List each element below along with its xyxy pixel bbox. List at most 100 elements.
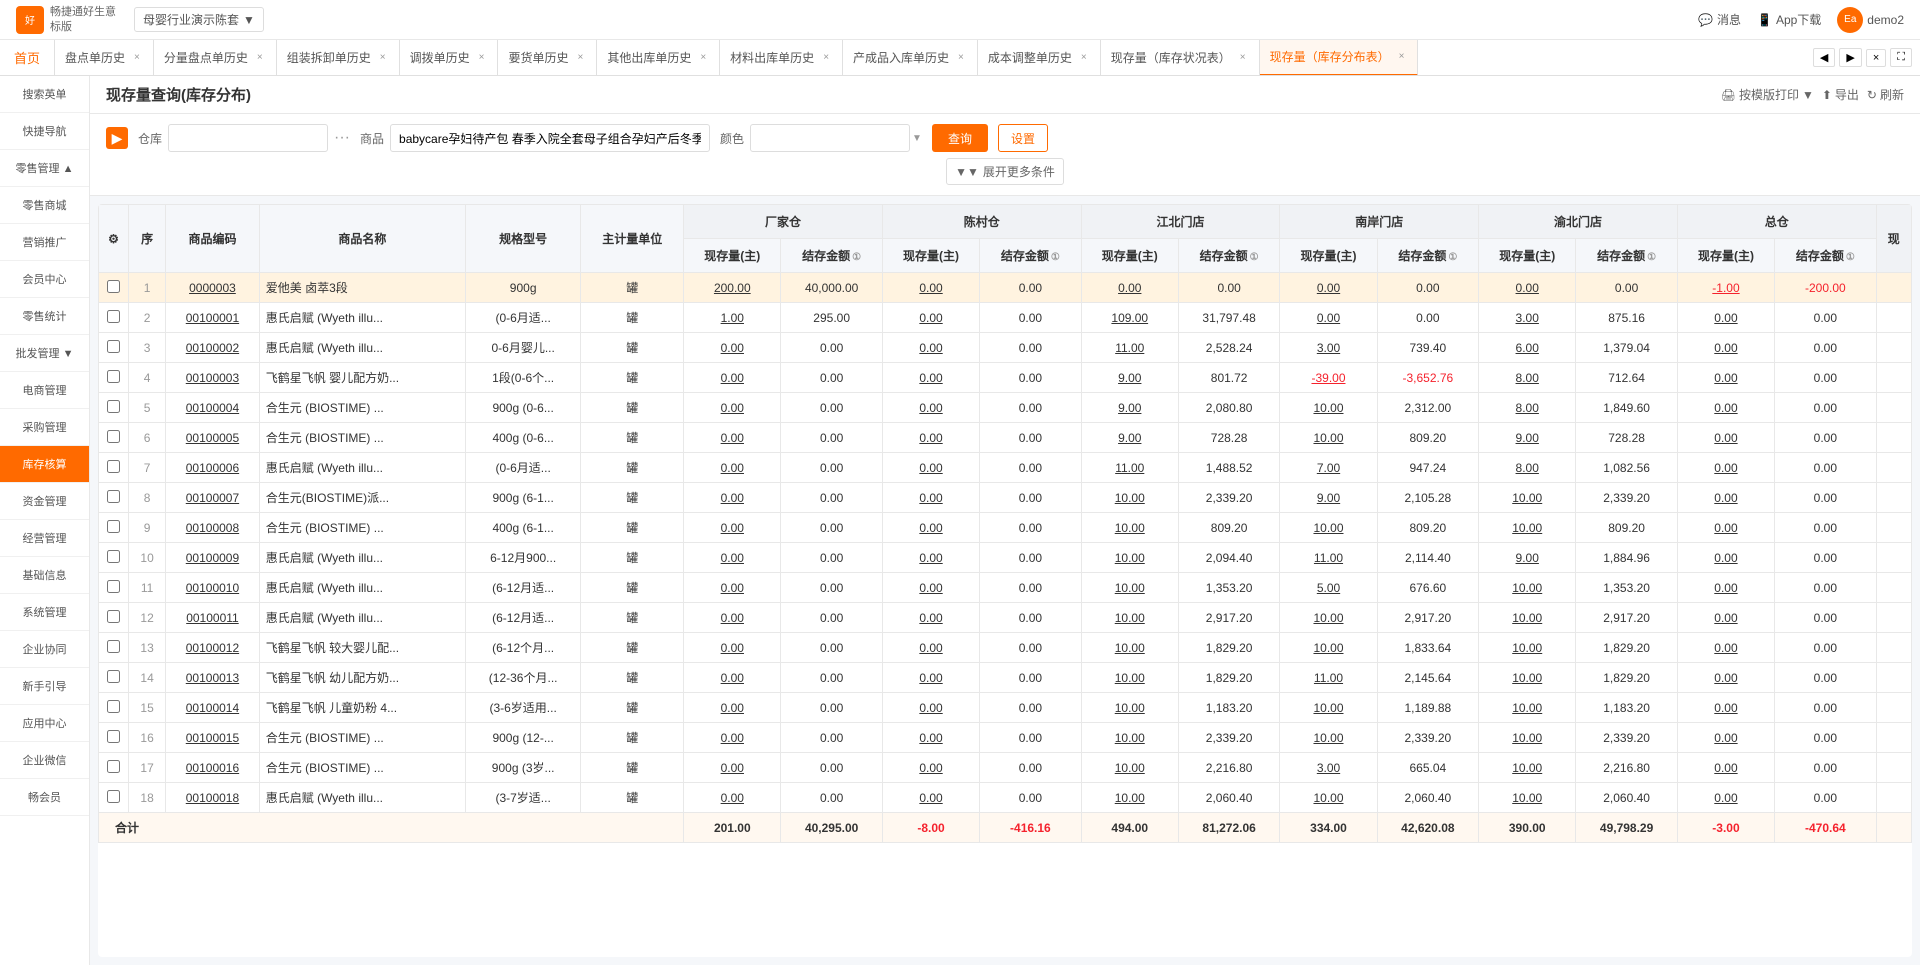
row-jiangbei-qty[interactable]: 0.00	[1081, 273, 1178, 303]
tab-pandian[interactable]: 盘点单历史 ×	[55, 40, 154, 76]
row-total-qty[interactable]: 0.00	[1677, 363, 1774, 393]
row-jiangbei-qty[interactable]: 10.00	[1081, 693, 1178, 723]
row-yubeimen-qty[interactable]: 10.00	[1479, 753, 1576, 783]
print-btn[interactable]: 🖨 按模版打印 ▼	[1721, 86, 1814, 103]
row-check[interactable]	[99, 603, 129, 633]
row-chen-qty[interactable]: 0.00	[882, 273, 979, 303]
sidebar-item-wechat[interactable]: 企业微信	[0, 742, 89, 779]
row-factory-qty[interactable]: 0.00	[684, 423, 781, 453]
sidebar-item-system[interactable]: 系统管理	[0, 594, 89, 631]
row-total-qty[interactable]: 0.00	[1677, 423, 1774, 453]
tab-close-all[interactable]: ×	[1866, 49, 1886, 67]
row-total-qty[interactable]: 0.00	[1677, 603, 1774, 633]
row-total-qty[interactable]: 0.00	[1677, 333, 1774, 363]
row-chen-qty[interactable]: 0.00	[882, 423, 979, 453]
row-nanan-qty[interactable]: 9.00	[1280, 483, 1377, 513]
row-total-qty[interactable]: 0.00	[1677, 303, 1774, 333]
row-check[interactable]	[99, 363, 129, 393]
close-tab-qita[interactable]: ×	[697, 51, 709, 64]
row-code[interactable]: 00100001	[166, 303, 260, 333]
row-check[interactable]	[99, 633, 129, 663]
row-total-qty[interactable]: -1.00	[1677, 273, 1774, 303]
row-nanan-qty[interactable]: 10.00	[1280, 723, 1377, 753]
row-jiangbei-qty[interactable]: 11.00	[1081, 453, 1178, 483]
row-yubeimen-qty[interactable]: 8.00	[1479, 453, 1576, 483]
row-jiangbei-qty[interactable]: 10.00	[1081, 543, 1178, 573]
row-check[interactable]	[99, 483, 129, 513]
row-code[interactable]: 00100012	[166, 633, 260, 663]
row-nanan-qty[interactable]: 3.00	[1280, 753, 1377, 783]
filter-expand-arrow[interactable]: ▶	[106, 127, 128, 149]
row-code[interactable]: 00100007	[166, 483, 260, 513]
tab-yaohuo[interactable]: 要货单历史 ×	[498, 40, 597, 76]
tab-fenliang[interactable]: 分量盘点单历史 ×	[154, 40, 277, 76]
row-check[interactable]	[99, 423, 129, 453]
row-chen-qty[interactable]: 0.00	[882, 693, 979, 723]
row-jiangbei-qty[interactable]: 10.00	[1081, 723, 1178, 753]
row-yubeimen-qty[interactable]: 6.00	[1479, 333, 1576, 363]
row-check[interactable]	[99, 453, 129, 483]
row-code[interactable]: 00100004	[166, 393, 260, 423]
tab-prev[interactable]: ◀	[1813, 48, 1835, 67]
row-factory-qty[interactable]: 0.00	[684, 753, 781, 783]
row-factory-qty[interactable]: 0.00	[684, 453, 781, 483]
app-download-btn[interactable]: 📱 App下载	[1757, 11, 1821, 28]
row-nanan-qty[interactable]: 11.00	[1280, 543, 1377, 573]
close-tab-cailiao[interactable]: ×	[820, 51, 832, 64]
row-code[interactable]: 00100016	[166, 753, 260, 783]
row-check[interactable]	[99, 333, 129, 363]
row-yubeimen-qty[interactable]: 10.00	[1479, 483, 1576, 513]
close-tab-zuzhuang[interactable]: ×	[377, 51, 389, 64]
row-factory-qty[interactable]: 0.00	[684, 363, 781, 393]
row-jiangbei-qty[interactable]: 9.00	[1081, 363, 1178, 393]
industry-selector[interactable]: 母婴行业演示陈套 ▼	[134, 7, 264, 32]
row-chen-qty[interactable]: 0.00	[882, 663, 979, 693]
row-nanan-qty[interactable]: 10.00	[1280, 633, 1377, 663]
row-total-qty[interactable]: 0.00	[1677, 633, 1774, 663]
tab-chengben[interactable]: 成本调整单历史 ×	[978, 40, 1101, 76]
sidebar-item-retail-mall[interactable]: 零售商城	[0, 187, 89, 224]
row-total-qty[interactable]: 0.00	[1677, 543, 1774, 573]
col-settings[interactable]: ⚙	[99, 205, 129, 273]
row-jiangbei-qty[interactable]: 9.00	[1081, 423, 1178, 453]
warehouse-input[interactable]	[168, 124, 328, 152]
row-code[interactable]: 00100014	[166, 693, 260, 723]
row-jiangbei-qty[interactable]: 10.00	[1081, 633, 1178, 663]
row-nanan-qty[interactable]: 7.00	[1280, 453, 1377, 483]
row-jiangbei-qty[interactable]: 10.00	[1081, 663, 1178, 693]
row-yubeimen-qty[interactable]: 0.00	[1479, 273, 1576, 303]
row-factory-qty[interactable]: 0.00	[684, 333, 781, 363]
expand-conditions-btn[interactable]: ▼▼ 展开更多条件	[946, 158, 1064, 185]
row-code[interactable]: 00100018	[166, 783, 260, 813]
row-chen-qty[interactable]: 0.00	[882, 363, 979, 393]
row-chen-qty[interactable]: 0.00	[882, 543, 979, 573]
row-chen-qty[interactable]: 0.00	[882, 393, 979, 423]
row-yubeimen-qty[interactable]: 10.00	[1479, 513, 1576, 543]
warehouse-dots[interactable]: ···	[334, 129, 350, 147]
sidebar-item-guide[interactable]: 新手引导	[0, 668, 89, 705]
row-yubeimen-qty[interactable]: 10.00	[1479, 723, 1576, 753]
row-jiangbei-qty[interactable]: 10.00	[1081, 783, 1178, 813]
msg-btn[interactable]: 💬 消息	[1698, 11, 1741, 28]
row-check[interactable]	[99, 573, 129, 603]
tab-home[interactable]: 首页	[0, 40, 55, 76]
row-check[interactable]	[99, 753, 129, 783]
row-nanan-qty[interactable]: 10.00	[1280, 513, 1377, 543]
row-code[interactable]: 00100015	[166, 723, 260, 753]
row-nanan-qty[interactable]: 10.00	[1280, 693, 1377, 723]
row-check[interactable]	[99, 303, 129, 333]
row-total-qty[interactable]: 0.00	[1677, 783, 1774, 813]
row-yubeimen-qty[interactable]: 10.00	[1479, 693, 1576, 723]
sidebar-item-operation[interactable]: 经营管理	[0, 520, 89, 557]
row-factory-qty[interactable]: 0.00	[684, 483, 781, 513]
row-check[interactable]	[99, 693, 129, 723]
tab-next[interactable]: ▶	[1839, 48, 1861, 67]
row-code[interactable]: 0000003	[166, 273, 260, 303]
tab-diaopo[interactable]: 调拨单历史 ×	[400, 40, 499, 76]
row-yubeimen-qty[interactable]: 8.00	[1479, 363, 1576, 393]
row-chen-qty[interactable]: 0.00	[882, 513, 979, 543]
row-code[interactable]: 00100005	[166, 423, 260, 453]
row-yubeimen-qty[interactable]: 10.00	[1479, 663, 1576, 693]
row-chen-qty[interactable]: 0.00	[882, 723, 979, 753]
tab-chengpin[interactable]: 产成品入库单历史 ×	[843, 40, 978, 76]
